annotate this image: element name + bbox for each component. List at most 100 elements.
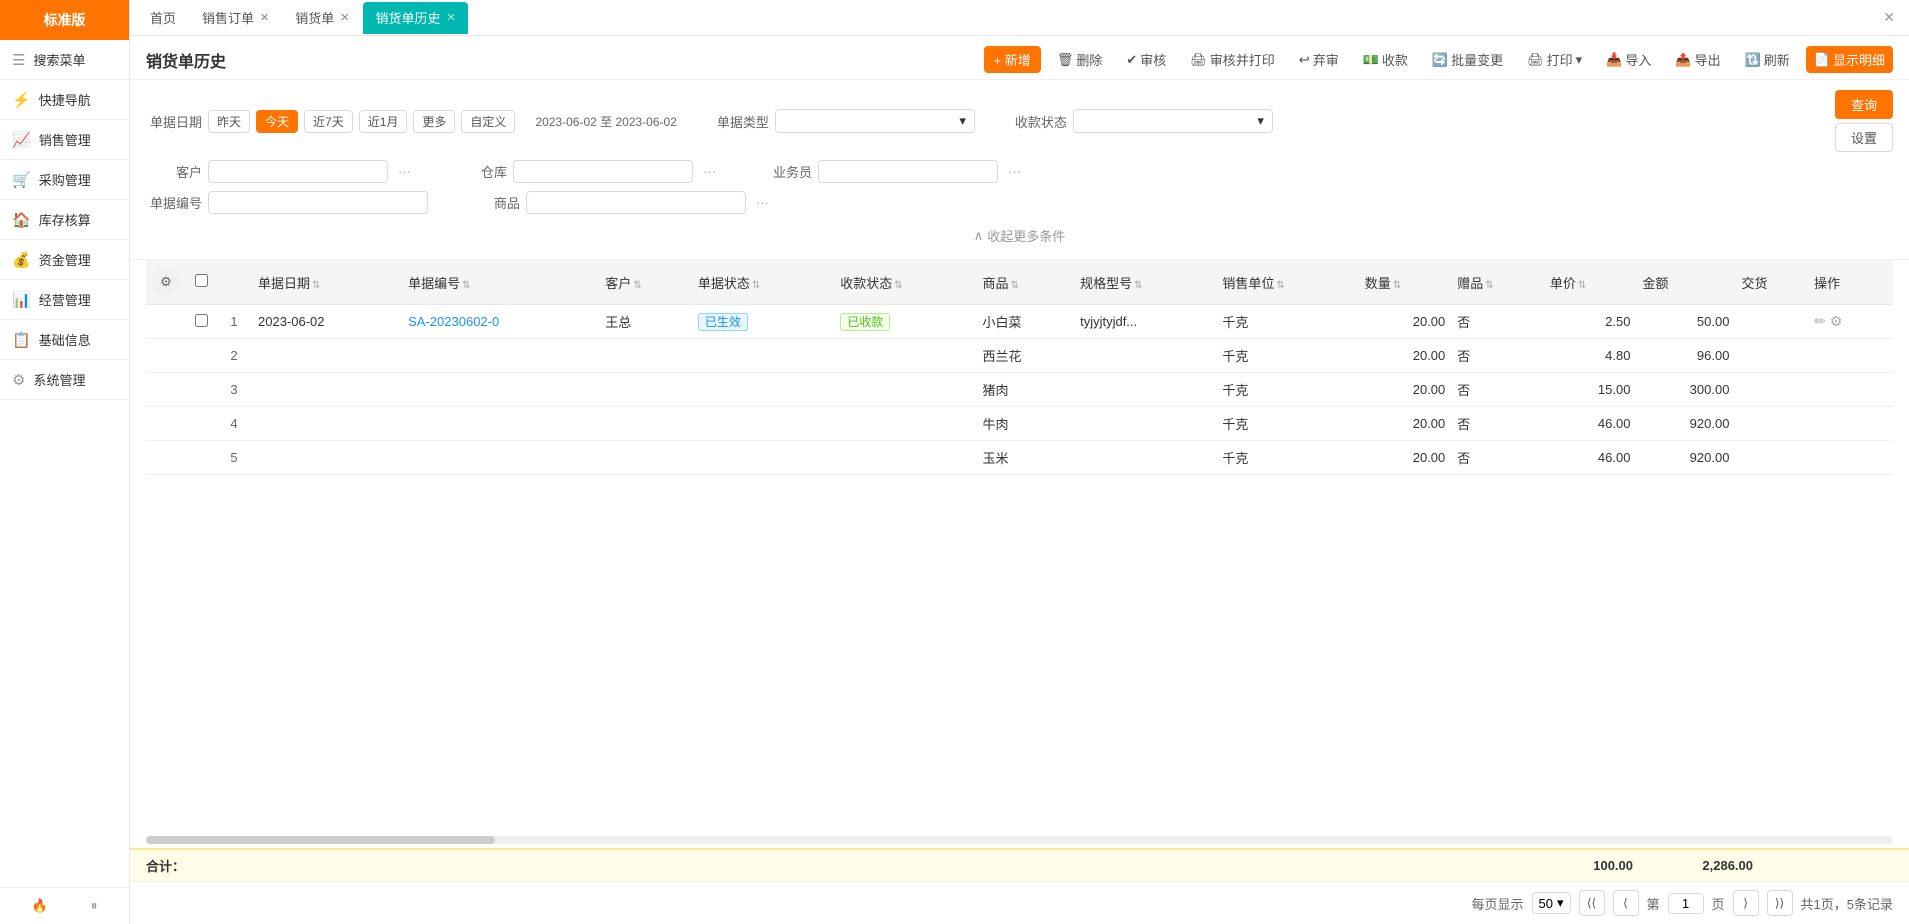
display-detail-button[interactable]: 📄 显示明细 bbox=[1806, 46, 1893, 73]
audit-button[interactable]: ✔ 审核 bbox=[1118, 46, 1174, 73]
row-checkbox[interactable] bbox=[195, 314, 208, 327]
export-button[interactable]: 📤 导出 bbox=[1667, 46, 1728, 73]
cell-unit: 千克 bbox=[1216, 441, 1358, 475]
col-settings[interactable]: ⚙ bbox=[146, 260, 186, 305]
ops-icon: 📊 bbox=[12, 291, 31, 309]
sidebar-item-basic-info[interactable]: 📋 基础信息 bbox=[0, 320, 129, 360]
collapse-button[interactable]: ∧ 收起更多条件 bbox=[146, 222, 1893, 249]
sidebar-item-purchase-mgmt[interactable]: 🛒 采购管理 bbox=[0, 160, 129, 200]
tab-sales-history[interactable]: 销货单历史 ✕ bbox=[363, 2, 467, 34]
doc-number-input[interactable] bbox=[208, 191, 428, 214]
col-unit[interactable]: 销售单位⇅ bbox=[1216, 260, 1358, 305]
horizontal-scrollbar[interactable] bbox=[146, 836, 1893, 844]
col-spec[interactable]: 规格型号⇅ bbox=[1074, 260, 1216, 305]
cell-customer bbox=[599, 441, 692, 475]
sidebar-bottom-icon1[interactable]: 🔥 bbox=[32, 898, 48, 914]
col-customer[interactable]: 客户⇅ bbox=[599, 260, 692, 305]
col-checkbox[interactable] bbox=[186, 260, 216, 305]
sidebar-item-label: 销售管理 bbox=[39, 130, 91, 149]
filter-goods: 商品 ··· bbox=[464, 191, 773, 214]
warehouse-ellipsis[interactable]: ··· bbox=[699, 164, 720, 179]
col-payment-status[interactable]: 收款状态⇅ bbox=[834, 260, 976, 305]
col-date[interactable]: 单据日期⇅ bbox=[252, 260, 402, 305]
page-first-btn[interactable]: ⟨⟨ bbox=[1579, 890, 1605, 916]
new-button[interactable]: + 新增 bbox=[984, 46, 1041, 73]
col-gift[interactable]: 赠品⇅ bbox=[1451, 260, 1544, 305]
more-action-icon[interactable]: ⚙ bbox=[1830, 313, 1843, 329]
tab-sales-order-close[interactable]: ✕ bbox=[260, 11, 269, 24]
sidebar-bottom-icon2[interactable]: ⏸ bbox=[91, 898, 98, 914]
doc-number-label: 单据编号 bbox=[146, 193, 202, 212]
cell-checkbox[interactable] bbox=[186, 373, 216, 407]
sidebar-item-sales-mgmt[interactable]: 📈 销售管理 bbox=[0, 120, 129, 160]
sidebar-item-label: 基础信息 bbox=[39, 330, 91, 349]
sidebar-item-quick-nav[interactable]: ⚡ 快捷导航 bbox=[0, 80, 129, 120]
page-prev-btn[interactable]: ⟨ bbox=[1613, 890, 1639, 916]
sidebar-item-search-menu[interactable]: ☰ 搜索菜单 bbox=[0, 40, 129, 80]
date-1month[interactable]: 近1月 bbox=[359, 110, 408, 133]
cell-amount: 920.00 bbox=[1636, 441, 1735, 475]
page-last-btn[interactable]: ⟩⟩ bbox=[1767, 890, 1793, 916]
warehouse-input[interactable] bbox=[513, 160, 693, 183]
tab-sales-goods[interactable]: 销货单 ✕ bbox=[283, 2, 361, 34]
filter-customer: 客户 ··· bbox=[146, 160, 415, 183]
doc-type-select[interactable]: ▾ bbox=[775, 109, 975, 133]
select-all-checkbox[interactable] bbox=[195, 274, 208, 287]
date-today[interactable]: 今天 bbox=[256, 110, 298, 133]
refresh-button[interactable]: 🔃 刷新 bbox=[1737, 46, 1798, 73]
delete-button[interactable]: 🗑 删除 bbox=[1049, 46, 1111, 73]
goods-ellipsis[interactable]: ··· bbox=[752, 195, 773, 210]
goods-input[interactable] bbox=[526, 191, 746, 214]
tab-sales-order[interactable]: 销售订单 ✕ bbox=[190, 2, 281, 34]
sidebar-item-inventory-calc[interactable]: 🏠 库存核算 bbox=[0, 200, 129, 240]
doc-number-link[interactable]: SA-20230602-0 bbox=[408, 314, 499, 329]
batch-change-button[interactable]: 🔄 批量变更 bbox=[1424, 46, 1511, 73]
abandon-button[interactable]: ↩ 弃审 bbox=[1291, 46, 1347, 73]
tab-sales-goods-close[interactable]: ✕ bbox=[340, 11, 349, 24]
sidebar-item-system-mgmt[interactable]: ⚙ 系统管理 bbox=[0, 360, 129, 400]
print-button[interactable]: 🖨 打印 ▾ bbox=[1519, 46, 1590, 73]
collect-button[interactable]: 💵 收款 bbox=[1355, 46, 1416, 73]
cell-payment-status bbox=[834, 339, 976, 373]
cell-spec bbox=[1074, 407, 1216, 441]
sidebar-item-ops-mgmt[interactable]: 📊 经营管理 bbox=[0, 280, 129, 320]
tab-close-all[interactable]: ✕ bbox=[1877, 9, 1901, 26]
payment-status-select[interactable]: ▾ bbox=[1073, 109, 1273, 133]
cell-checkbox[interactable] bbox=[186, 305, 216, 339]
date-more[interactable]: 更多 bbox=[413, 110, 455, 133]
col-doc-status[interactable]: 单据状态⇅ bbox=[692, 260, 834, 305]
setting-button[interactable]: 设置 bbox=[1835, 123, 1893, 152]
cell-amount: 300.00 bbox=[1636, 373, 1735, 407]
page-size-select[interactable]: 50 ▾ bbox=[1532, 892, 1571, 914]
col-quantity[interactable]: 数量⇅ bbox=[1359, 260, 1452, 305]
import-button[interactable]: 📥 导入 bbox=[1598, 46, 1659, 73]
col-doc-number[interactable]: 单据编号⇅ bbox=[402, 260, 599, 305]
customer-ellipsis[interactable]: ··· bbox=[394, 164, 415, 179]
page-next-btn[interactable]: ⟩ bbox=[1733, 890, 1759, 916]
cell-checkbox[interactable] bbox=[186, 407, 216, 441]
query-button[interactable]: 查询 bbox=[1835, 90, 1893, 119]
cell-checkbox[interactable] bbox=[186, 441, 216, 475]
cell-doc-number: SA-20230602-0 bbox=[402, 305, 599, 339]
audit-print-button[interactable]: 🖨 审核并打印 bbox=[1182, 46, 1283, 73]
staff-input[interactable] bbox=[818, 160, 998, 183]
cell-transaction bbox=[1735, 305, 1808, 339]
col-unit-price[interactable]: 单价⇅ bbox=[1544, 260, 1637, 305]
date-custom[interactable]: 自定义 bbox=[461, 110, 515, 133]
audit-icon: ✔ bbox=[1126, 52, 1137, 68]
tab-bar: 首页 销售订单 ✕ 销货单 ✕ 销货单历史 ✕ ✕ bbox=[130, 0, 1909, 36]
cell-quantity: 20.00 bbox=[1359, 441, 1452, 475]
customer-input[interactable] bbox=[208, 160, 388, 183]
tab-home[interactable]: 首页 bbox=[138, 2, 188, 34]
cell-actions bbox=[1808, 339, 1893, 373]
tab-sales-history-close[interactable]: ✕ bbox=[447, 11, 456, 24]
cell-unit: 千克 bbox=[1216, 407, 1358, 441]
date-yesterday[interactable]: 昨天 bbox=[208, 110, 250, 133]
cell-checkbox[interactable] bbox=[186, 339, 216, 373]
staff-ellipsis[interactable]: ··· bbox=[1004, 164, 1025, 179]
date-7days[interactable]: 近7天 bbox=[304, 110, 353, 133]
col-goods[interactable]: 商品⇅ bbox=[977, 260, 1075, 305]
page-number-input[interactable] bbox=[1668, 893, 1704, 914]
edit-action-icon[interactable]: ✏ bbox=[1814, 313, 1826, 329]
sidebar-item-finance-mgmt[interactable]: 💰 资金管理 bbox=[0, 240, 129, 280]
